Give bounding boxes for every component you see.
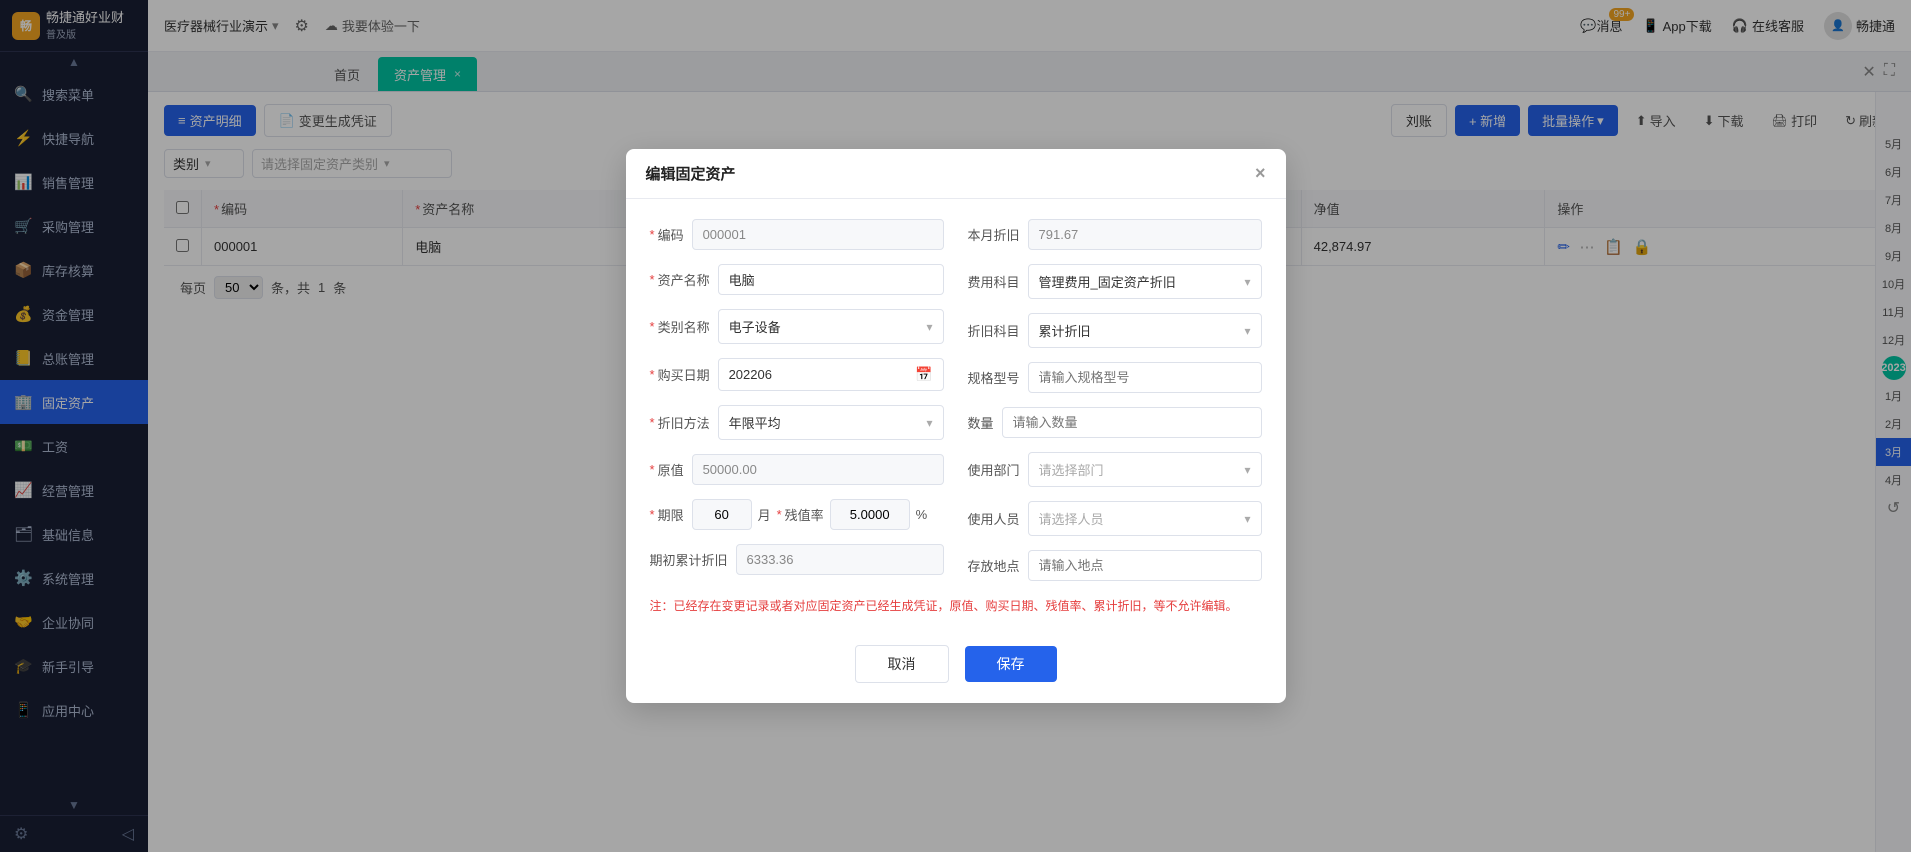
modal-note: 注：已经存在变更记录或者对应固定资产已经生成凭证，原值、购买日期、残值率、累计折… bbox=[650, 597, 1262, 616]
calendar-icon: 📅 bbox=[915, 366, 932, 383]
category-label: * 类别名称 bbox=[650, 317, 710, 336]
modal-field-department: 使用部门 请选择部门 ▾ bbox=[968, 452, 1262, 487]
expense-subject-row: 费用科目 管理费用_固定资产折旧 ▾ bbox=[968, 264, 1262, 299]
original-value-label: * 原值 bbox=[650, 460, 684, 479]
modal-header: 编辑固定资产 × bbox=[626, 149, 1286, 199]
modal-field-quantity: 数量 bbox=[968, 407, 1262, 438]
period-row: * 期限 月 * 残值率 % bbox=[650, 499, 944, 530]
purchase-date-row: * 购买日期 202206 📅 bbox=[650, 358, 944, 391]
name-row: * 资产名称 bbox=[650, 264, 944, 295]
category-row: * 类别名称 电子设备 ▾ bbox=[650, 309, 944, 344]
quantity-row: 数量 bbox=[968, 407, 1262, 438]
modal-overlay[interactable]: 编辑固定资产 × * 编码 bbox=[0, 0, 1911, 852]
modal-field-original-value: * 原值 bbox=[650, 454, 944, 485]
modal-grid: * 编码 * 资产名称 bbox=[650, 219, 1262, 581]
modal-field-dep-subject: 折旧科目 累计折旧 ▾ bbox=[968, 313, 1262, 348]
location-row: 存放地点 bbox=[968, 550, 1262, 581]
person-row: 使用人员 请选择人员 ▾ bbox=[968, 501, 1262, 536]
period-unit-label: 月 bbox=[758, 505, 771, 524]
residual-pct-label: % bbox=[916, 507, 928, 522]
name-label: * 资产名称 bbox=[650, 270, 710, 289]
quantity-label: 数量 bbox=[968, 413, 994, 432]
department-arrow: ▾ bbox=[1244, 463, 1250, 477]
period-input[interactable] bbox=[692, 499, 752, 530]
department-label: 使用部门 bbox=[968, 460, 1020, 479]
code-row: * 编码 bbox=[650, 219, 944, 250]
spec-label: 规格型号 bbox=[968, 368, 1020, 387]
initial-accumulated-input[interactable] bbox=[736, 544, 944, 575]
modal-field-spec: 规格型号 bbox=[968, 362, 1262, 393]
person-label: 使用人员 bbox=[968, 509, 1020, 528]
modal-field-purchase-date: * 购买日期 202206 📅 bbox=[650, 358, 944, 391]
purchase-date-label: * 购买日期 bbox=[650, 365, 710, 384]
modal-field-code: * 编码 bbox=[650, 219, 944, 250]
original-value-row: * 原值 bbox=[650, 454, 944, 485]
modal-field-person: 使用人员 请选择人员 ▾ bbox=[968, 501, 1262, 536]
modal-title: 编辑固定资产 bbox=[646, 163, 736, 184]
spec-input[interactable] bbox=[1028, 362, 1262, 393]
location-input[interactable] bbox=[1028, 550, 1262, 581]
initial-accumulated-row: 期初累计折旧 bbox=[650, 544, 944, 575]
modal-footer: 取消 保存 bbox=[626, 633, 1286, 703]
modal-right-col: 本月折旧 费用科目 管理费用_固定资产折旧 bbox=[968, 219, 1262, 581]
original-value-input[interactable] bbox=[692, 454, 944, 485]
save-button[interactable]: 保存 bbox=[965, 646, 1057, 682]
modal-field-period: * 期限 月 * 残值率 % bbox=[650, 499, 944, 530]
dep-method-label: * 折旧方法 bbox=[650, 413, 710, 432]
category-select-arrow: ▾ bbox=[926, 320, 932, 334]
dep-subject-select[interactable]: 累计折旧 ▾ bbox=[1028, 313, 1262, 348]
dep-subject-row: 折旧科目 累计折旧 ▾ bbox=[968, 313, 1262, 348]
dep-subject-label: 折旧科目 bbox=[968, 321, 1020, 340]
name-input[interactable] bbox=[718, 264, 944, 295]
expense-subject-label: 费用科目 bbox=[968, 272, 1020, 291]
period-label: * 期限 bbox=[650, 505, 684, 524]
category-select[interactable]: 电子设备 ▾ bbox=[718, 309, 944, 344]
residual-rate-input[interactable] bbox=[830, 499, 910, 530]
modal-left-col: * 编码 * 资产名称 bbox=[650, 219, 944, 581]
modal-field-monthly-dep: 本月折旧 bbox=[968, 219, 1262, 250]
quantity-input[interactable] bbox=[1002, 407, 1262, 438]
monthly-dep-row: 本月折旧 bbox=[968, 219, 1262, 250]
purchase-date-picker[interactable]: 202206 📅 bbox=[718, 358, 944, 391]
code-label: * 编码 bbox=[650, 225, 684, 244]
modal-field-category: * 类别名称 电子设备 ▾ bbox=[650, 309, 944, 344]
monthly-dep-input[interactable] bbox=[1028, 219, 1262, 250]
initial-accumulated-label: 期初累计折旧 bbox=[650, 550, 728, 569]
period-controls: 月 * 残值率 % bbox=[692, 499, 928, 530]
modal-close-icon[interactable]: × bbox=[1255, 163, 1266, 184]
spec-row: 规格型号 bbox=[968, 362, 1262, 393]
department-select[interactable]: 请选择部门 ▾ bbox=[1028, 452, 1262, 487]
modal-field-location: 存放地点 bbox=[968, 550, 1262, 581]
dep-subject-arrow: ▾ bbox=[1244, 324, 1250, 338]
modal-field-name: * 资产名称 bbox=[650, 264, 944, 295]
cancel-button[interactable]: 取消 bbox=[855, 645, 949, 683]
location-label: 存放地点 bbox=[968, 556, 1020, 575]
expense-subject-arrow: ▾ bbox=[1244, 275, 1250, 289]
dep-method-select[interactable]: 年限平均 ▾ bbox=[718, 405, 944, 440]
modal-body: * 编码 * 资产名称 bbox=[626, 199, 1286, 632]
edit-asset-modal: 编辑固定资产 × * 编码 bbox=[626, 149, 1286, 702]
person-select[interactable]: 请选择人员 ▾ bbox=[1028, 501, 1262, 536]
dep-method-row: * 折旧方法 年限平均 ▾ bbox=[650, 405, 944, 440]
modal-field-dep-method: * 折旧方法 年限平均 ▾ bbox=[650, 405, 944, 440]
expense-subject-select[interactable]: 管理费用_固定资产折旧 ▾ bbox=[1028, 264, 1262, 299]
residual-rate-label: * 残值率 bbox=[777, 505, 824, 524]
modal-field-expense-subject: 费用科目 管理费用_固定资产折旧 ▾ bbox=[968, 264, 1262, 299]
monthly-dep-label: 本月折旧 bbox=[968, 225, 1020, 244]
modal-field-initial-accumulated: 期初累计折旧 bbox=[650, 544, 944, 575]
dep-method-arrow: ▾ bbox=[926, 416, 932, 430]
person-arrow: ▾ bbox=[1244, 512, 1250, 526]
department-row: 使用部门 请选择部门 ▾ bbox=[968, 452, 1262, 487]
code-input[interactable] bbox=[692, 219, 944, 250]
